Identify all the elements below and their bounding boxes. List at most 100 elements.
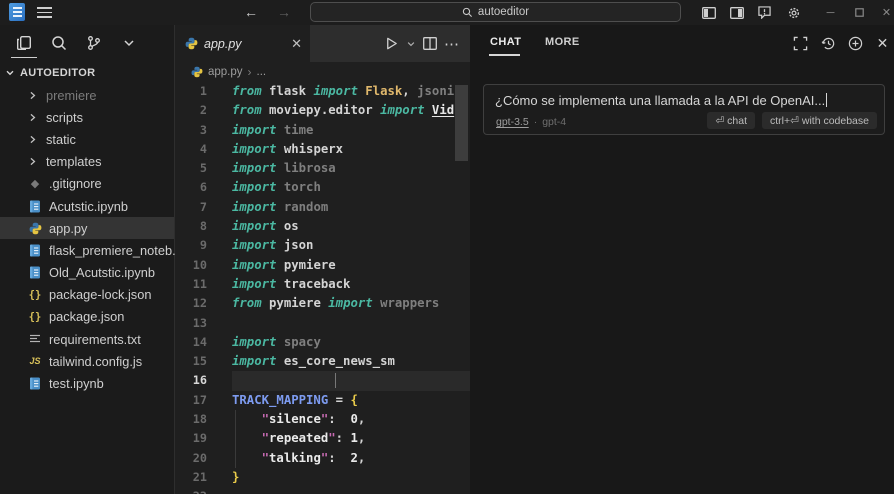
file-row[interactable]: static [0, 128, 174, 150]
notebook-icon [27, 200, 43, 213]
code-line[interactable]: 1 from flask import Flask, jsoni [175, 82, 470, 101]
explorer-root-header[interactable]: AUTOEDITOR [0, 61, 174, 84]
model-option-gpt4[interactable]: gpt-4 [542, 116, 566, 128]
file-row[interactable]: scripts [0, 106, 174, 128]
python-icon [185, 37, 198, 50]
file-row[interactable]: templates [0, 151, 174, 173]
editor-scrollbar-thumb[interactable] [455, 85, 468, 161]
tab-chat[interactable]: CHAT [490, 36, 521, 48]
code-line[interactable]: 19 "repeated": 1, [175, 429, 470, 449]
line-number: 18 [192, 412, 207, 427]
line-number: 12 [192, 296, 207, 311]
line-number: 5 [199, 161, 207, 176]
chat-input-box[interactable]: ¿Cómo se implementa una llamada a la API… [483, 84, 885, 135]
code-line[interactable]: 4 import whisperx [175, 140, 470, 159]
model-separator: · [533, 116, 538, 128]
line-text [232, 371, 470, 391]
editor-more-actions-button[interactable]: ⋯ [444, 35, 460, 53]
code-line[interactable]: 13 [175, 314, 470, 333]
split-editor-button[interactable] [423, 37, 437, 50]
code-line[interactable]: 6 import torch [175, 178, 470, 197]
file-row[interactable]: test.ipynb [0, 372, 174, 394]
line-number: 3 [199, 122, 207, 137]
file-label: premiere [46, 87, 97, 103]
file-row[interactable]: Old_Acutstic.ipynb [0, 262, 174, 284]
maximize-button[interactable] [851, 4, 868, 21]
search-view-icon[interactable] [50, 35, 67, 52]
code-line[interactable]: 17 TRACK_MAPPING = { [175, 391, 470, 410]
file-row[interactable]: flask_premiere_noteb... [0, 239, 183, 261]
python-icon [191, 66, 203, 78]
breadcrumb-separator: › [247, 65, 252, 79]
close-window-button[interactable]: ✕ [878, 4, 894, 21]
feedback-icon[interactable] [756, 4, 773, 21]
tab-more[interactable]: MORE [545, 36, 580, 48]
code-line[interactable]: 7 import random [175, 198, 470, 217]
model-selector-gpt35[interactable]: gpt-3.5 [496, 116, 529, 128]
toggle-panel-left-button[interactable] [700, 4, 717, 21]
expand-chat-button[interactable] [792, 35, 809, 52]
more-views-chevron-icon[interactable] [120, 35, 137, 52]
nav-back-button[interactable]: ← [244, 2, 258, 22]
menu-icon[interactable] [37, 7, 52, 18]
tab-close-icon[interactable]: ✕ [291, 37, 302, 50]
sidebar: AUTOEDITOR premiere scripts static templ… [0, 25, 183, 494]
breadcrumb-symbol[interactable]: ... [257, 66, 267, 78]
code-line[interactable]: 10 import pymiere [175, 256, 470, 275]
line-number: 4 [199, 141, 207, 156]
code-line[interactable]: 2 from moviepy.editor import Vid [175, 101, 470, 120]
file-row-selected[interactable]: app.py [0, 217, 174, 240]
line-number: 20 [192, 450, 207, 465]
code-line[interactable]: 21} [175, 468, 470, 487]
code-line[interactable]: 14 import spacy [175, 333, 470, 352]
line-number: 2 [199, 103, 207, 118]
code-line[interactable]: 15 import es_core_news_sm [175, 352, 470, 371]
file-label: flask_premiere_noteb... [49, 242, 183, 258]
code-line[interactable]: 8 import os [175, 217, 470, 236]
history-icon[interactable] [820, 35, 837, 52]
tab-bar: app.py ✕ ⋯ [175, 25, 470, 62]
line-text: import torch [232, 180, 321, 195]
line-text [232, 487, 470, 494]
settings-gear-icon[interactable] [785, 4, 802, 21]
file-row[interactable]: {} package-lock.json [0, 284, 174, 306]
code-line[interactable]: 11 import traceback [175, 275, 470, 294]
editor-tab-app-py[interactable]: app.py ✕ [175, 25, 310, 62]
app-logo-icon[interactable] [9, 3, 25, 21]
line-number: 21 [192, 469, 207, 484]
code-line[interactable]: 16 [175, 371, 470, 391]
explorer-icon[interactable] [15, 35, 32, 52]
minimize-button[interactable]: ─ [822, 4, 839, 21]
nav-forward-button[interactable]: → [277, 2, 291, 22]
code-line[interactable]: 18 "silence": 0, [175, 410, 470, 430]
toggle-panel-right-button[interactable] [728, 4, 745, 21]
breadcrumb-file[interactable]: app.py [208, 66, 243, 78]
file-row[interactable]: Acutstic.ipynb [0, 195, 174, 217]
source-control-icon[interactable] [85, 35, 102, 52]
search-icon [462, 7, 473, 18]
file-row[interactable]: ◆ .gitignore [0, 173, 174, 195]
line-number: 15 [192, 354, 207, 369]
new-chat-button[interactable] [847, 35, 864, 52]
file-row[interactable]: {} package.json [0, 306, 174, 328]
submit-chat-badge[interactable]: ⏎ chat [707, 112, 756, 129]
tab-label: app.py [204, 36, 242, 51]
command-search-box[interactable]: autoeditor [310, 2, 681, 22]
submit-codebase-badge[interactable]: ctrl+⏎ with codebase [762, 112, 877, 129]
code-line[interactable]: 12 from pymiere import wrappers [175, 294, 470, 313]
code-line[interactable]: 3 import time [175, 121, 470, 140]
code-line[interactable]: 5 import librosa [175, 159, 470, 178]
run-button[interactable] [384, 36, 399, 51]
code-area[interactable]: 1 from flask import Flask, jsoni 2 from mov… [175, 82, 470, 494]
code-line[interactable]: 9 import json [175, 236, 470, 255]
code-line[interactable]: 22 [175, 487, 470, 494]
file-row[interactable]: JS tailwind.config.js [0, 350, 174, 372]
breadcrumb[interactable]: app.py › ... [175, 62, 470, 82]
run-dropdown-chevron-icon[interactable] [406, 39, 416, 49]
close-chat-button[interactable]: ✕ [874, 35, 891, 52]
file-row[interactable]: premiere [0, 84, 174, 106]
chat-input-value[interactable]: ¿Cómo se implementa una llamada a la API… [495, 93, 825, 108]
file-row[interactable]: requirements.txt [0, 328, 174, 350]
file-label: Acutstic.ipynb [49, 198, 128, 214]
code-line[interactable]: 20 "talking": 2, [175, 448, 470, 469]
